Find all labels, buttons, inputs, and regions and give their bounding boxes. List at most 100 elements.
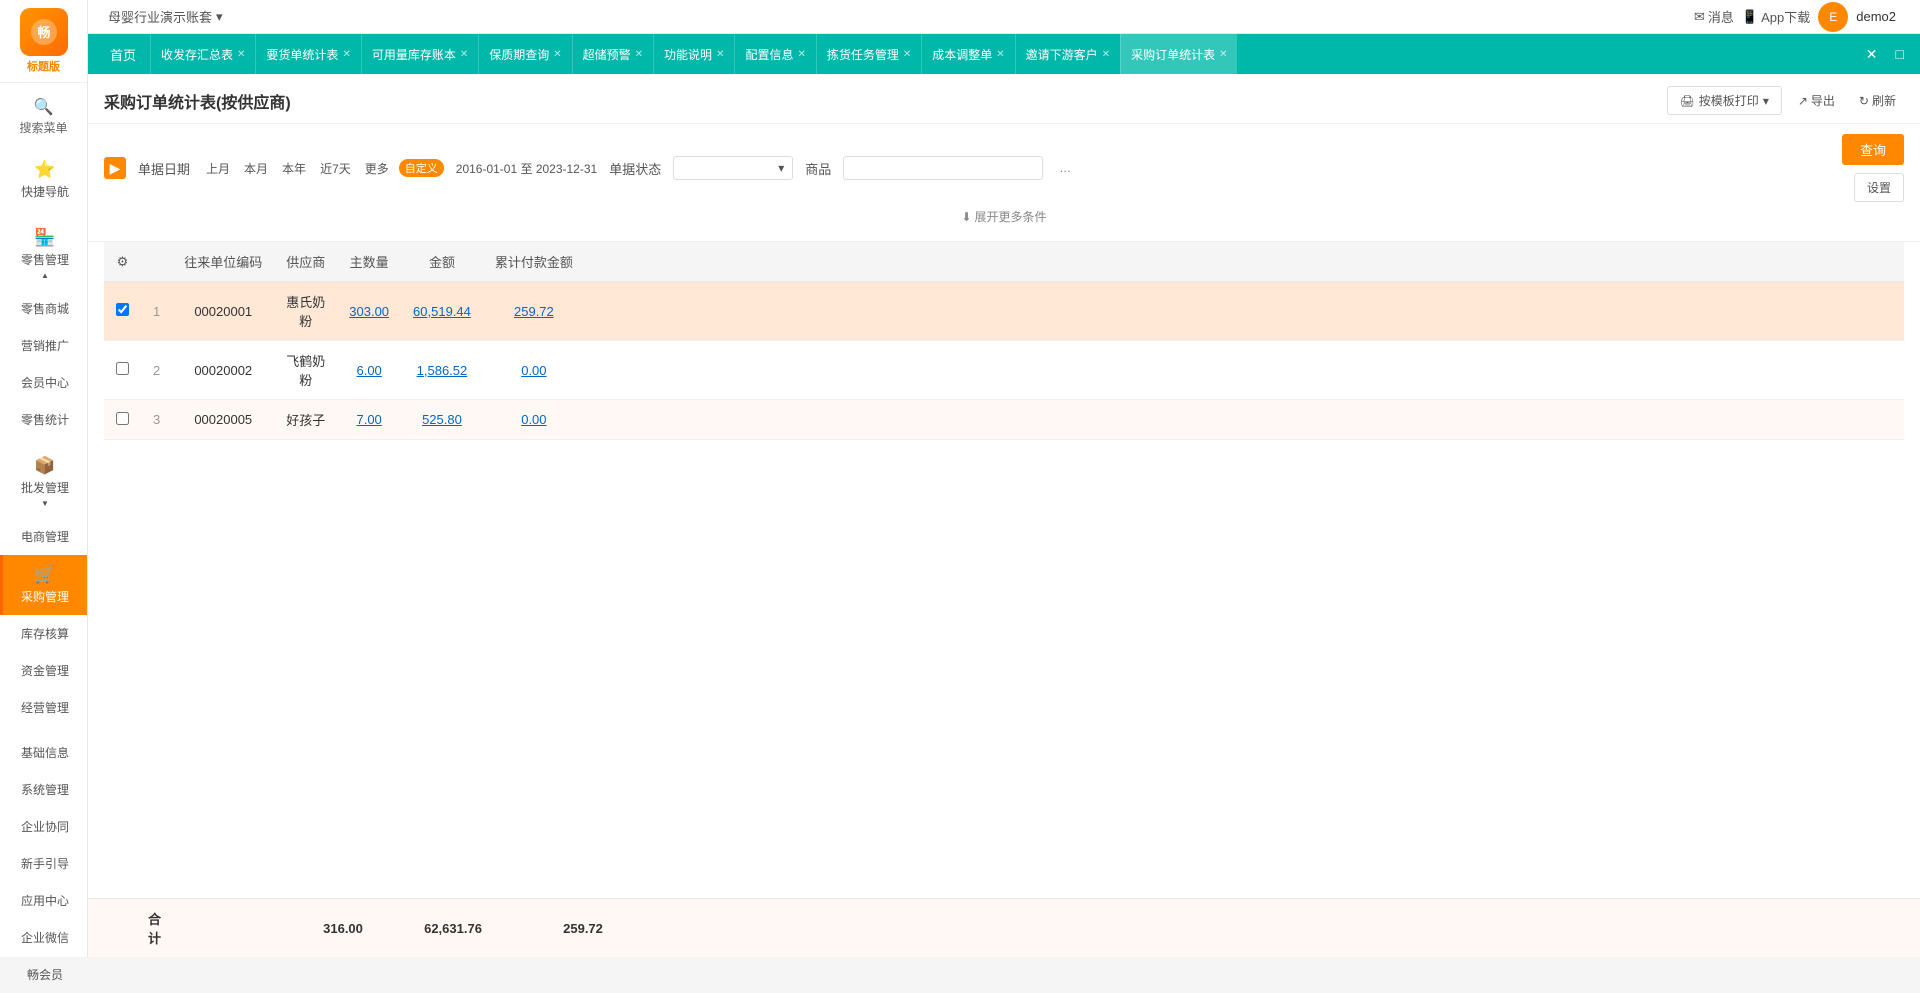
print-button[interactable]: 🖨 按模板打印 ▾ — [1667, 86, 1782, 115]
settings-button[interactable]: 设置 — [1854, 173, 1904, 202]
row-quantity[interactable]: 303.00 — [337, 282, 401, 341]
search-menu-button[interactable]: 🔍 搜索菜单 — [4, 91, 83, 142]
topbar-tab-receive-summary[interactable]: 收发存汇总表 ✕ — [150, 34, 255, 74]
sidebar-item-retail-shop[interactable]: 零售商城 — [0, 290, 87, 327]
row-amount[interactable]: 60,519.44 — [401, 282, 483, 341]
sidebar-item-marketing[interactable]: 营销推广 — [0, 327, 87, 364]
topbar-tab-config-info[interactable]: 配置信息 ✕ — [734, 34, 815, 74]
export-label: 导出 — [1811, 92, 1835, 109]
date-this-month-button[interactable]: 本月 — [240, 158, 272, 179]
filter-toggle-button[interactable]: ▶ — [104, 157, 126, 179]
expiry-query-label: 保质期查询 — [489, 46, 549, 63]
close-invite-customer-icon[interactable]: ✕ — [1102, 49, 1110, 60]
row-quantity[interactable]: 7.00 — [337, 400, 401, 440]
table-row[interactable]: 2 00020002 飞鹤奶粉 6.00 1,586.52 0.00 — [104, 341, 1904, 400]
topbar-tab-overstock-alert[interactable]: 超储预警 ✕ — [572, 34, 653, 74]
window-maximize-button[interactable]: □ — [1888, 42, 1912, 66]
row-checkbox[interactable] — [104, 341, 141, 400]
close-pick-task-icon[interactable]: ✕ — [903, 49, 911, 60]
sidebar-item-wholesale[interactable]: 📦 批发管理 — [0, 446, 87, 518]
table-row[interactable]: 3 00020005 好孩子 7.00 525.80 0.00 — [104, 400, 1904, 440]
sidebar-item-purchase[interactable]: 🛒 采购管理 — [0, 555, 87, 615]
row-supplier: 飞鹤奶粉 — [274, 341, 337, 400]
topbar-tab-usable-stock[interactable]: 可用量库存账本 ✕ — [361, 34, 478, 74]
topbar-tab-cost-adjust[interactable]: 成本调整单 ✕ — [921, 34, 1014, 74]
window-minimize-button[interactable]: ✕ — [1858, 42, 1886, 67]
workspace-selector[interactable]: 母婴行业演示账套 ▾ — [100, 7, 231, 26]
close-config-info-icon[interactable]: ✕ — [797, 49, 805, 60]
filter-toggle-icon: ▶ — [110, 160, 121, 177]
status-select[interactable]: ▾ — [673, 156, 793, 180]
more-filters-button[interactable]: … — [1055, 159, 1075, 177]
row-paid-amount[interactable]: 259.72 — [483, 282, 585, 341]
row-checkbox[interactable] — [104, 282, 141, 341]
date-this-year-button[interactable]: 本年 — [278, 158, 310, 179]
date-7days-button[interactable]: 近7天 — [316, 158, 355, 179]
sidebar-item-retail[interactable]: 🏪 零售管理 — [0, 218, 87, 290]
sidebar-item-operations[interactable]: 经营管理 — [0, 689, 87, 726]
row-amount[interactable]: 525.80 — [401, 400, 483, 440]
close-overstock-alert-icon[interactable]: ✕ — [635, 49, 643, 60]
sidebar-item-app-center[interactable]: 应用中心 — [0, 882, 87, 919]
topbar-tab-pick-task[interactable]: 拣货任务管理 ✕ — [816, 34, 921, 74]
sidebar-item-quick-nav[interactable]: ⭐ 快捷导航 — [0, 150, 87, 210]
close-receive-summary-icon[interactable]: ✕ — [237, 49, 245, 60]
avatar[interactable]: E — [1818, 2, 1848, 32]
row-quantity[interactable]: 6.00 — [337, 341, 401, 400]
table-header-row: ⚙ 往来单位编码 供应商 主数量 金额 累计付款金额 — [104, 242, 1904, 282]
topbar-tab-home[interactable]: 首页 — [96, 34, 150, 74]
row-checkbox[interactable] — [104, 400, 141, 440]
query-button[interactable]: 查询 — [1842, 134, 1904, 165]
sidebar-item-basic-info[interactable]: 基础信息 — [0, 734, 87, 771]
sidebar-item-new-guide[interactable]: 新手引导 — [0, 845, 87, 882]
date-range-display: 2016-01-01 至 2023-12-31 — [456, 160, 597, 177]
close-expiry-query-icon[interactable]: ✕ — [553, 49, 561, 60]
sidebar-item-wechat[interactable]: 企业微信 — [0, 919, 87, 956]
goods-input[interactable] — [843, 156, 1043, 180]
refresh-button[interactable]: ↻ 刷新 — [1851, 87, 1904, 114]
member2-label: 畅会员 — [27, 966, 63, 983]
expand-more-button[interactable]: ⬇ 展开更多条件 — [961, 208, 1046, 225]
close-func-desc-icon[interactable]: ✕ — [716, 49, 724, 60]
row-supplier: 惠氏奶粉 — [274, 282, 337, 341]
th-settings[interactable]: ⚙ — [104, 242, 141, 282]
sidebar-item-enterprise[interactable]: 企业协同 — [0, 808, 87, 845]
custom-date-tag[interactable]: 自定义 — [399, 159, 444, 177]
status-chevron-icon: ▾ — [778, 161, 784, 175]
export-button[interactable]: ↗ 导出 — [1790, 87, 1843, 114]
message-button[interactable]: ✉ 消息 — [1694, 7, 1734, 26]
topbar-tab-func-desc[interactable]: 功能说明 ✕ — [653, 34, 734, 74]
table-row[interactable]: 1 00020001 惠氏奶粉 303.00 60,519.44 259.72 — [104, 282, 1904, 341]
app-center-label: 应用中心 — [21, 892, 69, 909]
sidebar-item-finance[interactable]: 资金管理 — [0, 652, 87, 689]
row-paid-amount[interactable]: 0.00 — [483, 400, 585, 440]
close-cost-adjust-icon[interactable]: ✕ — [996, 49, 1004, 60]
message-icon: ✉ — [1694, 9, 1705, 25]
topbar-tab-expiry-query[interactable]: 保质期查询 ✕ — [478, 34, 571, 74]
date-more-button[interactable]: 更多 — [361, 158, 393, 179]
filter-row-main: ▶ 单据日期 上月 本月 本年 近7天 更多 自定义 2016-01-01 至 … — [104, 134, 1904, 202]
topbar-tab-order-summary[interactable]: 要货单统计表 ✕ — [255, 34, 360, 74]
footer-paid-amount: 259.72 — [513, 899, 653, 957]
row-amount[interactable]: 1,586.52 — [401, 341, 483, 400]
topbar-tab-invite-customer[interactable]: 邀请下游客户 ✕ — [1015, 34, 1120, 74]
close-order-summary-icon[interactable]: ✕ — [342, 49, 350, 60]
row-paid-amount[interactable]: 0.00 — [483, 341, 585, 400]
user-name[interactable]: demo2 — [1856, 9, 1896, 24]
sidebar-item-member2[interactable]: 畅会员 — [0, 956, 87, 993]
sidebar-item-retail-stat[interactable]: 零售统计 — [0, 401, 87, 438]
operations-label: 经营管理 — [21, 699, 69, 716]
close-usable-stock-icon[interactable]: ✕ — [460, 49, 468, 60]
th-paid-amount: 累计付款金额 — [483, 242, 585, 282]
close-purchase-stat-icon[interactable]: ✕ — [1219, 49, 1227, 60]
topbar-tab-purchase-stat[interactable]: 采购订单统计表 ✕ — [1120, 34, 1237, 74]
app-download-button[interactable]: 📱 App下载 — [1742, 7, 1810, 26]
sidebar-item-inventory[interactable]: 库存核算 — [0, 615, 87, 652]
sidebar-item-system[interactable]: 系统管理 — [0, 771, 87, 808]
footer-empty-settings — [88, 899, 112, 957]
sidebar-item-member[interactable]: 会员中心 — [0, 364, 87, 401]
date-last-month-button[interactable]: 上月 — [202, 158, 234, 179]
sidebar-item-ecommerce[interactable]: 电商管理 — [0, 518, 87, 555]
goods-label: 商品 — [805, 159, 831, 178]
print-label: 按模板打印 — [1699, 92, 1759, 109]
